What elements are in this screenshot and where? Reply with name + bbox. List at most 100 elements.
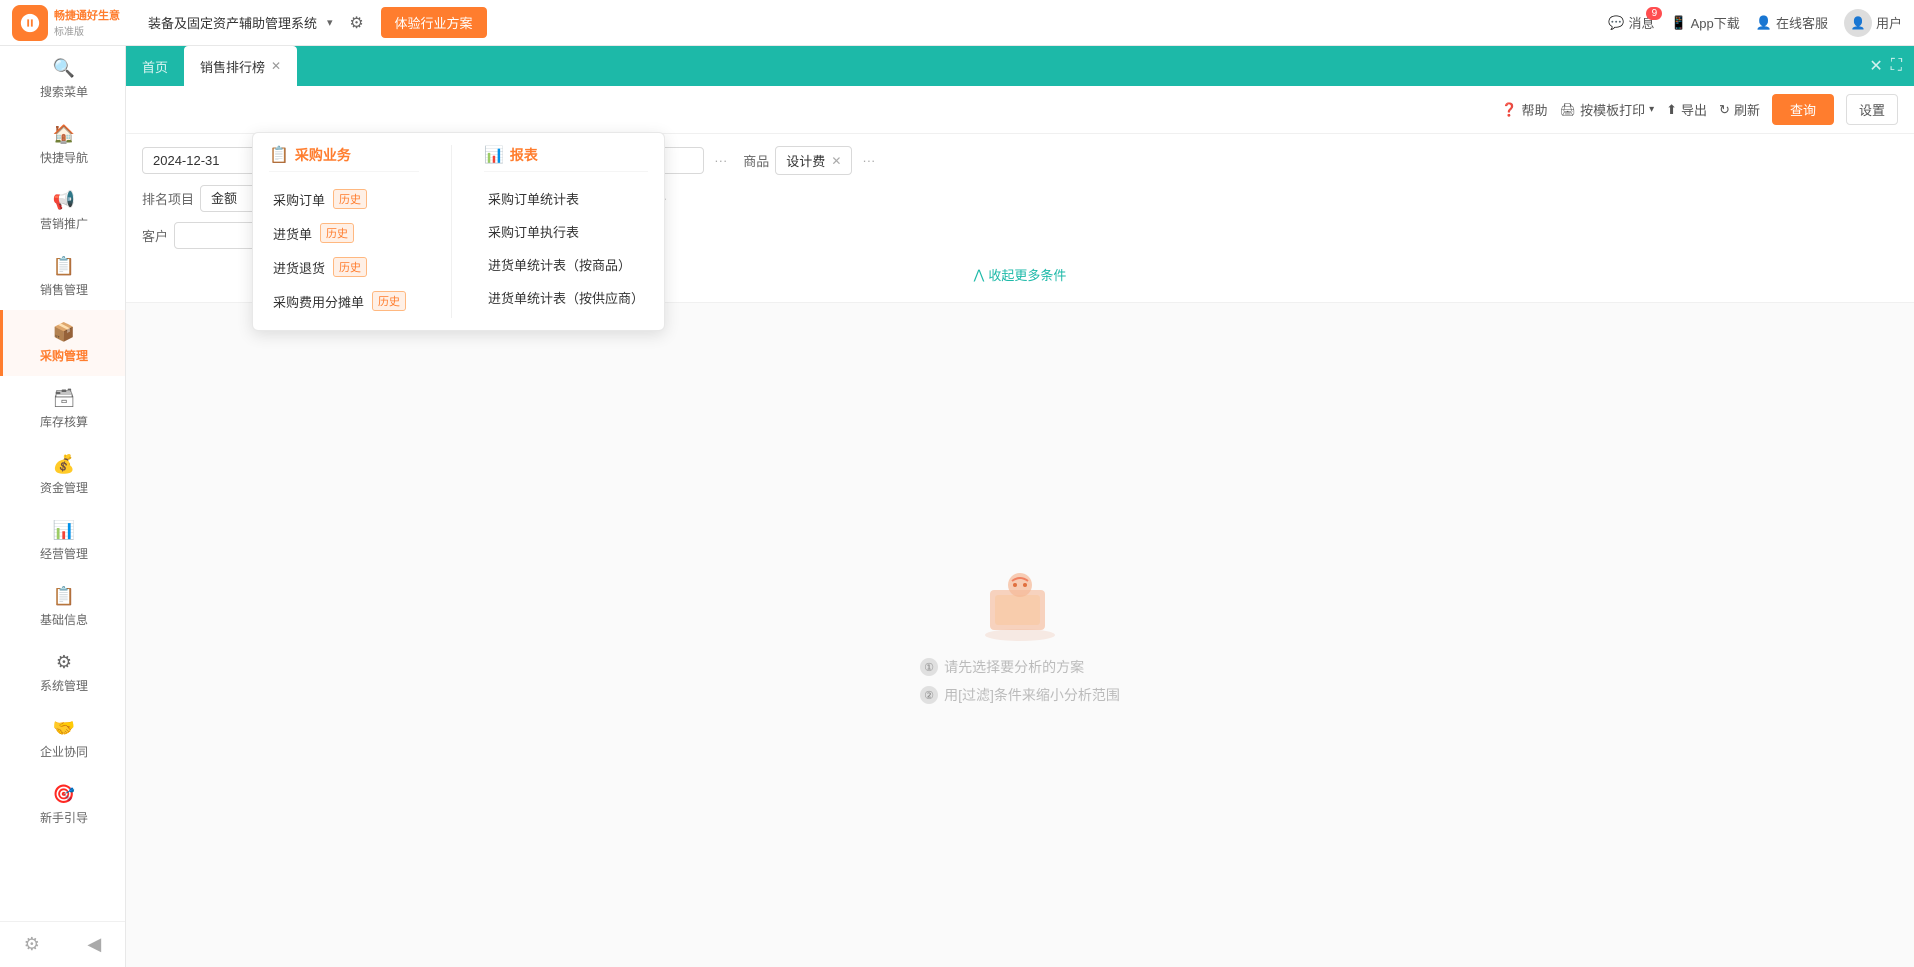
- top-right: 💬 消息 9 📱 App下载 👤 在线客服 👤 用户: [1608, 9, 1902, 37]
- sidebar-settings-icon[interactable]: ⚙: [24, 934, 40, 955]
- sidebar-item-search[interactable]: 🔍 搜索菜单: [0, 46, 125, 112]
- refresh-btn[interactable]: ↻ 刷新: [1719, 100, 1760, 119]
- empty-step2: ② 用[过滤]条件来缩小分析范围: [920, 685, 1120, 705]
- dropdown-item-po-stats[interactable]: 采购订单统计表: [484, 182, 648, 215]
- export-btn[interactable]: ⬆ 导出: [1666, 100, 1707, 119]
- print-dropdown-icon: ▾: [1649, 104, 1654, 115]
- print-btn[interactable]: 🖨 按模板打印 ▾: [1560, 100, 1655, 119]
- doc-status-more[interactable]: ···: [714, 153, 727, 168]
- sidebar-bottom: ⚙ ◀: [0, 921, 125, 967]
- goods-return-history-badge[interactable]: 历史: [333, 257, 367, 277]
- online-service-btn[interactable]: 👤 在线客服: [1756, 13, 1828, 32]
- dropdown-item-goods-return[interactable]: 进货退货 历史: [269, 250, 419, 284]
- tab-close-all-icon[interactable]: ✕: [1869, 56, 1882, 76]
- dropdown-item-goods-receipt[interactable]: 进货单 历史: [269, 216, 419, 250]
- purchase-dropdown-menu: 📋 采购业务 采购订单 历史 进货单 历史 进货退货 历史: [252, 132, 665, 331]
- step1-num: ①: [920, 658, 938, 676]
- logo-text: 畅捷通好生意 标准版: [54, 7, 120, 38]
- sidebar-item-guide[interactable]: 🎯 新手引导: [0, 772, 125, 838]
- export-icon: ⬆: [1666, 102, 1677, 118]
- tab-expand-icon[interactable]: ⛶: [1891, 57, 1902, 75]
- enterprise-icon: 🤝: [53, 718, 75, 739]
- message-badge: 9: [1646, 7, 1662, 20]
- industry-btn[interactable]: 体验行业方案: [381, 7, 487, 38]
- settings-icon[interactable]: ⚙: [343, 9, 371, 37]
- query-btn[interactable]: 查询: [1772, 94, 1834, 125]
- dropdown-col-reports: 📊 报表 采购订单统计表 采购订单执行表 进货单统计表（按商品） 进货单统计表（…: [484, 145, 648, 318]
- toolbar-actions: ❓ 帮助 🖨 按模板打印 ▾ ⬆ 导出 ↻ 刷新: [1501, 94, 1898, 125]
- help-btn[interactable]: ❓ 帮助: [1501, 100, 1547, 119]
- sidebar-item-sales[interactable]: 📋 销售管理: [0, 244, 125, 310]
- system-title: 装备及固定资产辅助管理系统: [148, 13, 317, 32]
- rank-label: 排名项目: [142, 189, 194, 208]
- sidebar-item-enterprise[interactable]: 🤝 企业协同: [0, 706, 125, 772]
- search-icon: 🔍: [53, 58, 75, 79]
- avatar: 👤: [1844, 9, 1872, 37]
- toolbar: ❓ 帮助 🖨 按模板打印 ▾ ⬆ 导出 ↻ 刷新: [126, 86, 1914, 134]
- purchase-expense-history-badge[interactable]: 历史: [372, 291, 406, 311]
- tab-bar-end: ✕ ⛶: [1869, 56, 1914, 76]
- sidebar-item-finance[interactable]: 💰 资金管理: [0, 442, 125, 508]
- sidebar-item-purchase[interactable]: 📦 采购管理: [0, 310, 125, 376]
- goods-tag: 设计费 ✕: [775, 146, 852, 175]
- basic-info-icon: 📋: [53, 586, 75, 607]
- dropdown-business-header: 📋 采购业务: [269, 145, 419, 172]
- sales-icon: 📋: [53, 256, 75, 277]
- mobile-icon: 📱: [1670, 15, 1686, 31]
- service-icon: 👤: [1756, 15, 1772, 31]
- tab-close-btn[interactable]: ✕: [271, 59, 281, 73]
- user-btn[interactable]: 👤 用户: [1844, 9, 1902, 37]
- marketing-icon: 📢: [53, 190, 75, 211]
- print-icon: 🖨: [1560, 102, 1577, 118]
- message-icon: 💬: [1608, 15, 1624, 31]
- sidebar: 🔍 搜索菜单 🏠 快捷导航 📢 营销推广 📋 销售管理 📦 采购管理 🗃: [0, 46, 126, 967]
- tab-sales-rank[interactable]: 销售排行榜 ✕: [184, 46, 297, 86]
- system-dropdown-arrow[interactable]: ▾: [327, 16, 333, 29]
- collapse-icon: ⋀: [974, 267, 985, 283]
- settings-small-btn[interactable]: 设置: [1846, 94, 1898, 125]
- logo-icon: [12, 5, 48, 41]
- inventory-icon: 🗃: [53, 388, 76, 409]
- step2-num: ②: [920, 686, 938, 704]
- purchase-order-history-badge[interactable]: 历史: [333, 189, 367, 209]
- customer-label: 客户: [142, 226, 168, 245]
- content-area: 首页 销售排行榜 ✕ ✕ ⛶ ❓ 帮助: [126, 46, 1914, 967]
- goods-tag-close[interactable]: ✕: [831, 154, 841, 168]
- dropdown-reports-header: 📊 报表: [484, 145, 648, 172]
- tab-bar: 首页 销售排行榜 ✕ ✕ ⛶: [126, 46, 1914, 86]
- app-container: 畅捷通好生意 标准版 装备及固定资产辅助管理系统 ▾ ⚙ 体验行业方案 💬 消息…: [0, 0, 1914, 967]
- logo-area: 畅捷通好生意 标准版: [12, 5, 138, 41]
- sidebar-item-basic-info[interactable]: 📋 基础信息: [0, 574, 125, 640]
- app-download-btn[interactable]: 📱 App下载: [1670, 13, 1739, 32]
- dropdown-item-receipt-stats-supplier[interactable]: 进货单统计表（按供应商）: [484, 281, 648, 314]
- system-icon: ⚙: [56, 652, 72, 673]
- sidebar-item-operations[interactable]: 📊 经营管理: [0, 508, 125, 574]
- refresh-icon: ↻: [1719, 102, 1730, 118]
- finance-icon: 💰: [53, 454, 75, 475]
- sidebar-item-inventory[interactable]: 🗃 库存核算: [0, 376, 125, 442]
- empty-text: ① 请先选择要分析的方案 ② 用[过滤]条件来缩小分析范围: [920, 657, 1120, 705]
- sidebar-item-quick-nav[interactable]: 🏠 快捷导航: [0, 112, 125, 178]
- help-icon: ❓: [1501, 102, 1517, 118]
- purchase-icon: 📦: [53, 322, 75, 343]
- goods-more[interactable]: ···: [862, 153, 875, 168]
- message-btn[interactable]: 💬 消息 9: [1608, 13, 1654, 32]
- top-bar: 畅捷通好生意 标准版 装备及固定资产辅助管理系统 ▾ ⚙ 体验行业方案 💬 消息…: [0, 0, 1914, 46]
- goods-receipt-history-badge[interactable]: 历史: [320, 223, 354, 243]
- home-icon: 🏠: [53, 124, 75, 145]
- operations-icon: 📊: [53, 520, 75, 541]
- sidebar-collapse-icon[interactable]: ◀: [87, 934, 101, 955]
- empty-step1: ① 请先选择要分析的方案: [920, 657, 1084, 677]
- dropdown-item-purchase-order[interactable]: 采购订单 历史: [269, 182, 419, 216]
- dropdown-col-business: 📋 采购业务 采购订单 历史 进货单 历史 进货退货 历史: [269, 145, 419, 318]
- reports-header-icon: 📊: [484, 145, 504, 165]
- main-area: 🔍 搜索菜单 🏠 快捷导航 📢 营销推广 📋 销售管理 📦 采购管理 🗃: [0, 46, 1914, 967]
- sidebar-item-system[interactable]: ⚙ 系统管理: [0, 640, 125, 706]
- dropdown-item-po-exec[interactable]: 采购订单执行表: [484, 215, 648, 248]
- guide-icon: 🎯: [53, 784, 75, 805]
- dropdown-item-receipt-stats-goods[interactable]: 进货单统计表（按商品）: [484, 248, 648, 281]
- tab-home[interactable]: 首页: [126, 46, 184, 86]
- sidebar-item-marketing[interactable]: 📢 营销推广: [0, 178, 125, 244]
- business-header-icon: 📋: [269, 145, 289, 165]
- dropdown-item-purchase-expense[interactable]: 采购费用分摊单 历史: [269, 284, 419, 318]
